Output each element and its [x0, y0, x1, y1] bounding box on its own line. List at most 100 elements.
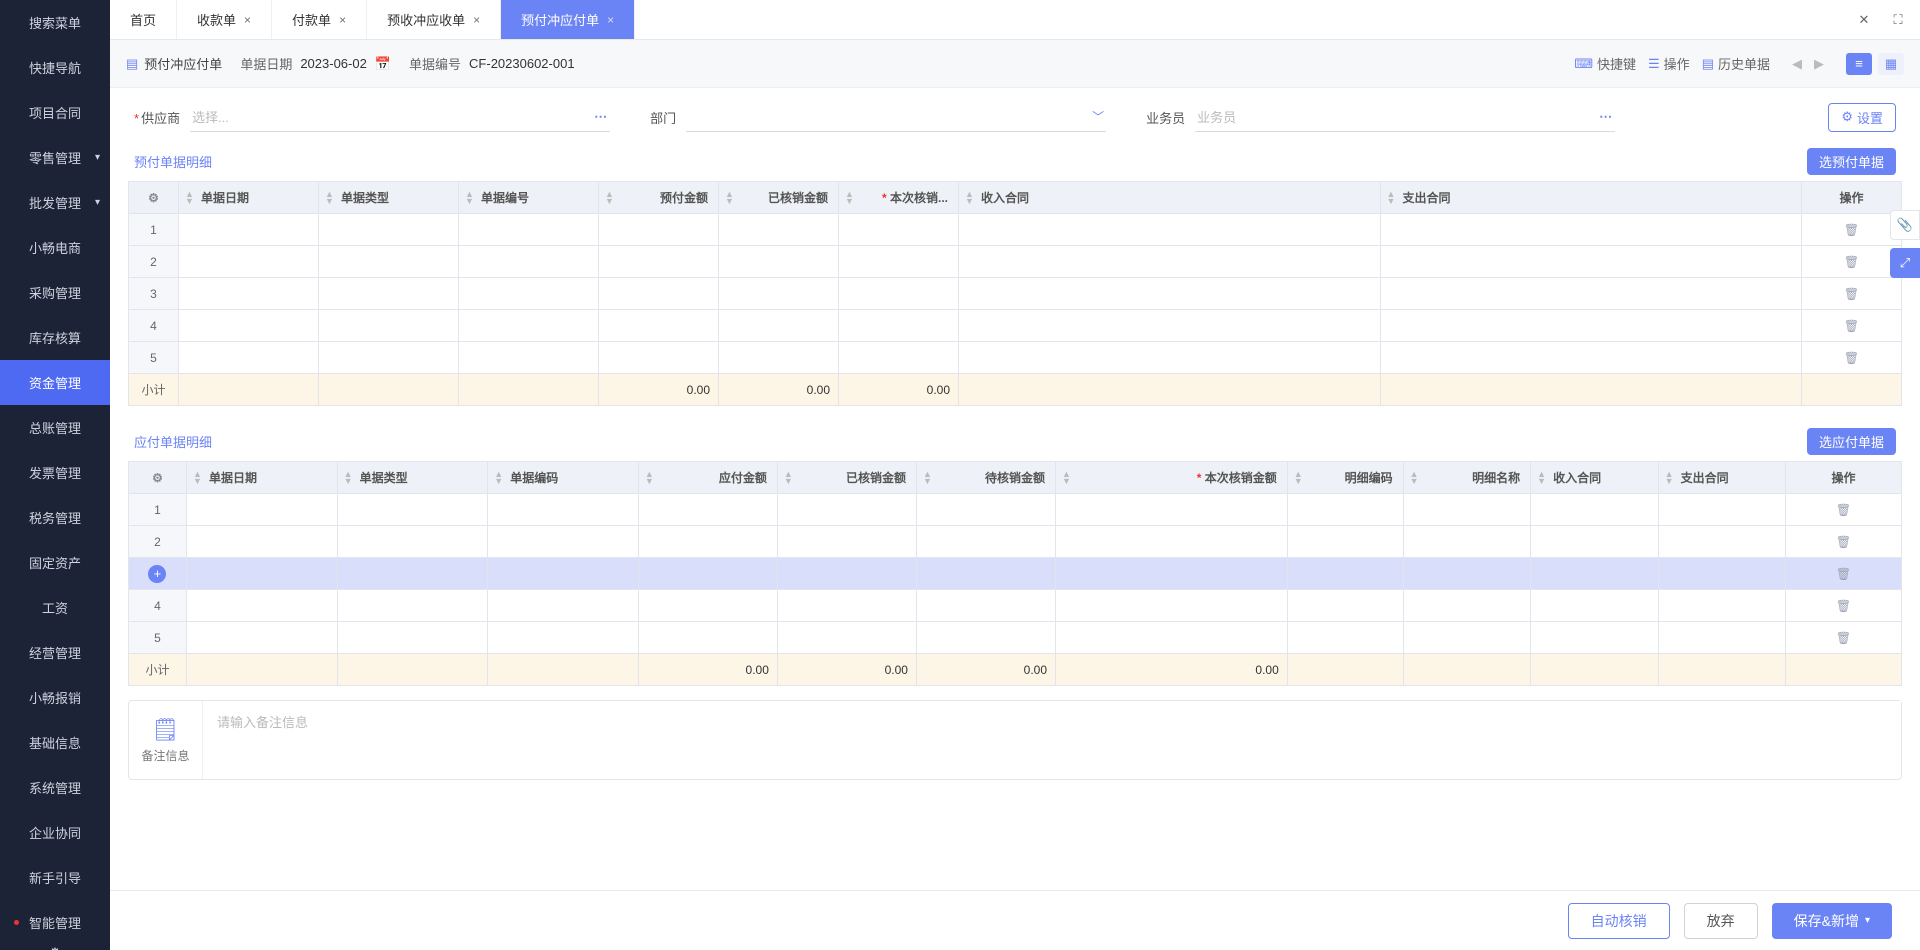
column-header-op: 操作: [1786, 462, 1902, 494]
sidebar-item[interactable]: 库存核算: [0, 315, 110, 360]
column-header[interactable]: ▲▼单据编号: [459, 182, 599, 214]
sidebar-item[interactable]: 搜索菜单: [0, 0, 110, 45]
dept-input[interactable]: ﹀: [686, 102, 1106, 132]
dept-field: 部门 ﹀: [650, 102, 1106, 132]
column-header[interactable]: ▲▼待核销金额: [916, 462, 1055, 494]
table-row[interactable]: 5🗑: [129, 342, 1902, 374]
table-row[interactable]: 2🗑: [129, 526, 1902, 558]
close-icon[interactable]: ×: [607, 13, 614, 27]
column-header[interactable]: ▲▼收入合同: [959, 182, 1381, 214]
table-row[interactable]: 3🗑: [129, 278, 1902, 310]
column-header[interactable]: ▲▼本次核销...: [839, 182, 959, 214]
delete-row-button[interactable]: 🗑: [1836, 503, 1851, 517]
select-payable-button[interactable]: 选应付单据: [1807, 428, 1896, 455]
prev-record-button[interactable]: ◀: [1788, 56, 1806, 72]
delete-row-button[interactable]: 🗑: [1844, 287, 1859, 301]
table-row[interactable]: 4🗑: [129, 590, 1902, 622]
fullscreen-icon: ⛶: [1893, 12, 1902, 28]
sidebar-item[interactable]: 总账管理: [0, 405, 110, 450]
sidebar-item[interactable]: 采购管理: [0, 270, 110, 315]
sidebar-item[interactable]: 经营管理: [0, 630, 110, 675]
column-header[interactable]: ▲▼已核销金额: [777, 462, 916, 494]
sidebar-item[interactable]: 固定资产: [0, 540, 110, 585]
column-header[interactable]: ▲▼支出合同: [1658, 462, 1785, 494]
column-header[interactable]: ▲▼本次核销金额: [1056, 462, 1288, 494]
settings-button[interactable]: ⚙ 设置: [1828, 103, 1896, 132]
sidebar-item[interactable]: 基础信息: [0, 720, 110, 765]
sidebar-item[interactable]: 工资: [0, 585, 110, 630]
add-row-button[interactable]: +: [148, 565, 166, 583]
attachment-button[interactable]: 📎: [1890, 210, 1920, 240]
column-header[interactable]: ▲▼单据类型: [337, 462, 488, 494]
sidebar-item[interactable]: 项目合同: [0, 90, 110, 135]
column-header[interactable]: ▲▼单据类型: [319, 182, 459, 214]
fullscreen-button[interactable]: ⛶: [1884, 6, 1912, 34]
table-config-button[interactable]: ⚙: [129, 462, 187, 494]
sidebar-item[interactable]: 批发管理▾: [0, 180, 110, 225]
delete-row-button[interactable]: 🗑: [1836, 567, 1851, 581]
calendar-icon[interactable]: 📅: [375, 56, 391, 72]
view-list-button[interactable]: ≡: [1846, 53, 1872, 75]
expand-button[interactable]: ⤢: [1890, 248, 1920, 278]
tab[interactable]: 预付冲应付单×: [501, 0, 635, 39]
close-icon[interactable]: ×: [339, 13, 346, 27]
sort-icon: ▲▼: [1665, 471, 1674, 485]
column-header[interactable]: ▲▼预付金额: [599, 182, 719, 214]
table-row[interactable]: 5🗑: [129, 622, 1902, 654]
sidebar-item[interactable]: 企业协同: [0, 810, 110, 855]
sidebar-item[interactable]: 发票管理: [0, 450, 110, 495]
delete-row-button[interactable]: 🗑: [1844, 255, 1859, 269]
column-header[interactable]: ▲▼单据日期: [186, 462, 337, 494]
supplier-input[interactable]: 选择... ⋯: [190, 102, 610, 132]
tab[interactable]: 预收冲应收单×: [367, 0, 501, 39]
column-header[interactable]: ▲▼单据日期: [179, 182, 319, 214]
shortcut-link[interactable]: ⌨快捷键: [1574, 54, 1636, 73]
table-row[interactable]: 4🗑: [129, 310, 1902, 342]
auto-writeoff-button[interactable]: 自动核销: [1568, 903, 1670, 939]
sidebar-item[interactable]: 税务管理: [0, 495, 110, 540]
column-header[interactable]: ▲▼明细名称: [1403, 462, 1530, 494]
sidebar-item[interactable]: 资金管理: [0, 360, 110, 405]
subtotal-row: 小计0.000.000.00: [129, 374, 1902, 406]
delete-row-button[interactable]: 🗑: [1836, 631, 1851, 645]
sidebar-item[interactable]: 新手引导: [0, 855, 110, 900]
delete-row-button[interactable]: 🗑: [1844, 351, 1859, 365]
sidebar-item[interactable]: 系统管理: [0, 765, 110, 810]
column-header[interactable]: ▲▼收入合同: [1531, 462, 1658, 494]
select-prepay-button[interactable]: 选预付单据: [1807, 148, 1896, 175]
column-header[interactable]: ▲▼支出合同: [1380, 182, 1802, 214]
delete-row-button[interactable]: 🗑: [1844, 319, 1859, 333]
operate-link[interactable]: ☰操作: [1648, 54, 1690, 73]
sidebar-item[interactable]: 零售管理▾: [0, 135, 110, 180]
delete-row-button[interactable]: 🗑: [1836, 599, 1851, 613]
table-row[interactable]: 1🗑: [129, 494, 1902, 526]
close-icon[interactable]: ×: [244, 13, 251, 27]
table-row[interactable]: +🗑: [129, 558, 1902, 590]
view-grid-button[interactable]: ▦: [1878, 53, 1904, 75]
sidebar-item[interactable]: 小畅报销: [0, 675, 110, 720]
tab[interactable]: 付款单×: [272, 0, 367, 39]
delete-row-button[interactable]: 🗑: [1844, 223, 1859, 237]
column-header[interactable]: ▲▼已核销金额: [719, 182, 839, 214]
table-config-button[interactable]: ⚙: [129, 182, 179, 214]
delete-row-button[interactable]: 🗑: [1836, 535, 1851, 549]
column-header[interactable]: ▲▼明细编码: [1287, 462, 1403, 494]
tab[interactable]: 收款单×: [177, 0, 272, 39]
column-header[interactable]: ▲▼应付金额: [638, 462, 777, 494]
table-row[interactable]: 1🗑: [129, 214, 1902, 246]
column-header[interactable]: ▲▼单据编码: [488, 462, 639, 494]
sidebar-item[interactable]: 快捷导航: [0, 45, 110, 90]
close-all-tabs-button[interactable]: ✕: [1850, 6, 1878, 34]
remark-input[interactable]: [203, 701, 1901, 744]
sidebar-item[interactable]: 小畅电商: [0, 225, 110, 270]
history-link[interactable]: ▤历史单据: [1702, 54, 1770, 73]
save-and-new-button[interactable]: 保存&新增 ▾: [1772, 903, 1892, 939]
table-row[interactable]: 2🗑: [129, 246, 1902, 278]
tab[interactable]: 首页: [110, 0, 177, 39]
next-record-button[interactable]: ▶: [1810, 56, 1828, 72]
sidebar-item[interactable]: 智能管理: [0, 900, 110, 945]
close-icon[interactable]: ×: [473, 13, 480, 27]
sidebar-settings-gear[interactable]: ⚙: [0, 945, 110, 950]
agent-input[interactable]: 业务员 ⋯: [1195, 102, 1615, 132]
discard-button[interactable]: 放弃: [1684, 903, 1758, 939]
